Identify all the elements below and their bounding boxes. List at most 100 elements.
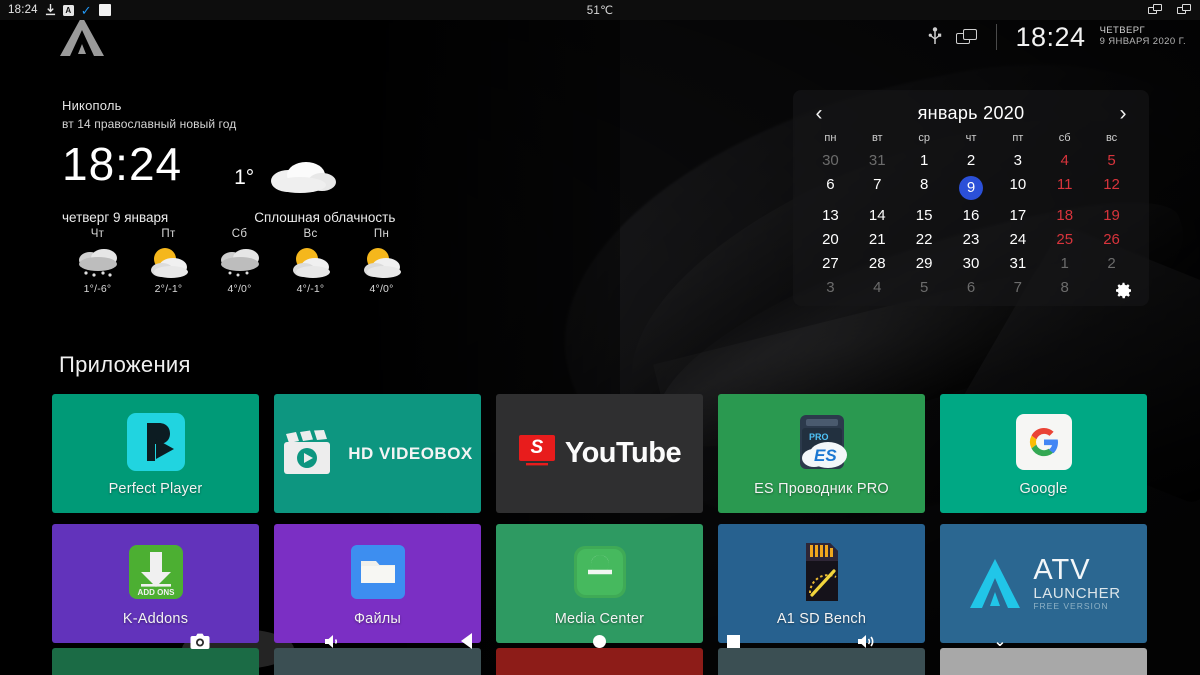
weather-sub-row: четверг 9 января Сплошная облачность [62,210,482,225]
nav-button-back[interactable] [400,633,533,649]
calendar-day[interactable]: 6 [807,173,854,203]
app-tile-google[interactable]: Google [940,394,1147,513]
calendar-next-month-button[interactable]: › [1111,103,1135,124]
calendar-day[interactable]: 13 [807,204,854,227]
nav-button-volume-down[interactable] [267,633,400,650]
calendar-day[interactable]: 1 [901,149,948,172]
calendar-day[interactable]: 19 [1088,204,1135,227]
nav-button-home[interactable] [533,634,666,648]
calendar-day[interactable]: 11 [1041,173,1088,203]
app-label: Media Center [554,611,645,627]
calendar-widget[interactable]: ‹ январь 2020 › пн вт ср чт пт сб вс 30 3… [793,90,1149,306]
calendar-day[interactable]: 28 [854,252,901,275]
media-center-icon [571,540,629,604]
app-tile-atv-launcher[interactable]: ATV LAUNCHER FREE VERSION [940,524,1147,643]
app-tile-hd-videobox[interactable]: HD VIDEOBOX [274,394,481,513]
atv-version-label: FREE VERSION [1033,601,1109,612]
calendar-day[interactable]: 23 [948,228,995,251]
forecast-day[interactable]: Пт 2°/-1° [133,228,204,295]
cast-icon [1177,4,1192,16]
calendar-day[interactable]: 8 [1041,276,1088,299]
atv-launcher-icon: ATV LAUNCHER FREE VERSION [966,556,1120,612]
forecast-day-name: Чт [90,228,105,240]
calendar-day[interactable]: 10 [994,173,1041,203]
calendar-day[interactable]: 6 [948,276,995,299]
forecast-temp: 2°/-1° [154,283,183,295]
snow-cloud-icon [204,245,275,281]
calendar-day[interactable]: 3 [994,149,1041,172]
calendar-weekday-label: чт [965,132,977,144]
calendar-day[interactable]: 27 [807,252,854,275]
calendar-day[interactable]: 4 [854,276,901,299]
weather-forecast-row: Чт 1°/-6° Пт 2°/-1° Сб 4°/0° Вс 4°/-1° П… [62,228,482,295]
android-status-bar: 18:24 A ✓ 51℃ [0,0,1200,20]
weather-current-temp: 1° [234,165,255,189]
weather-city: Никополь [62,98,122,113]
launcher-top-bar: 18:24 ЧЕТВЕРГ 9 ЯНВАРЯ 2020 г. [0,16,1200,56]
app-label: Файлы [353,611,402,627]
nav-button-collapse[interactable]: ⌄ [933,634,1066,649]
app-tile-es-file-explorer[interactable]: PRO ES ES Проводник PRO [718,394,925,513]
calendar-day[interactable]: 20 [807,228,854,251]
forecast-day-name: Пн [373,228,390,240]
status-bar-right-group [1148,4,1192,16]
gear-icon[interactable] [1114,281,1133,300]
nav-button-volume-up[interactable] [800,633,933,650]
calendar-day[interactable]: 24 [994,228,1041,251]
app-label: K-Addons [122,611,189,627]
calendar-day[interactable]: 12 [1088,173,1135,203]
calendar-day[interactable]: 29 [901,252,948,275]
calendar-days: 30 31 1 2 3 4 5 6 7 8 9 10 11 12 13 14 15 16 17 18 19 20 21 22 2… [807,149,1135,299]
atv-wordmark: ATV [1033,554,1091,587]
app-label: Perfect Player [108,481,203,497]
snow-cloud-icon [62,245,133,281]
forecast-day[interactable]: Сб 4°/0° [204,228,275,295]
perfect-player-icon [125,410,187,474]
calendar-day[interactable]: 22 [901,228,948,251]
calendar-day[interactable]: 31 [854,149,901,172]
calendar-day[interactable]: 31 [994,252,1041,275]
calendar-day-today[interactable]: 9 [948,173,995,203]
calendar-day[interactable]: 17 [994,204,1041,227]
calendar-day[interactable]: 2 [948,149,995,172]
calendar-day[interactable]: 7 [994,276,1041,299]
calendar-day[interactable]: 15 [901,204,948,227]
calendar-day[interactable]: 14 [854,204,901,227]
calendar-day[interactable]: 1 [1041,252,1088,275]
calendar-day[interactable]: 3 [807,276,854,299]
forecast-day[interactable]: Чт 1°/-6° [62,228,133,295]
weather-condition: Сплошная облачность [254,210,396,225]
forecast-day[interactable]: Вс 4°/-1° [275,228,346,295]
app-tile-k-addons[interactable]: ADD ONS K-Addons [52,524,259,643]
app-tile-perfect-player[interactable]: Perfect Player [52,394,259,513]
app-tile-media-center[interactable]: Media Center [496,524,703,643]
calendar-day[interactable]: 30 [948,252,995,275]
nav-button-camera[interactable] [133,633,266,650]
calendar-day[interactable]: 7 [854,173,901,203]
calendar-day[interactable]: 8 [901,173,948,203]
navigation-bar: ⌄ [0,628,1200,654]
weather-widget[interactable]: Никополь вт 14 православный новый год 18… [62,98,482,225]
k-addons-caption: ADD ONS [137,588,175,597]
forecast-day[interactable]: Пн 4°/0° [346,228,417,295]
app-tile-files[interactable]: Файлы [274,524,481,643]
calendar-grid: пн вт ср чт пт сб вс [807,130,1135,147]
calendar-day[interactable]: 5 [1088,149,1135,172]
nav-button-recents[interactable] [667,634,800,648]
calendar-day[interactable]: 5 [901,276,948,299]
calendar-day[interactable]: 30 [807,149,854,172]
app-tile-youtube[interactable]: S YouTube [496,394,703,513]
calendar-day[interactable]: 4 [1041,149,1088,172]
calendar-day[interactable]: 26 [1088,228,1135,251]
calendar-day[interactable]: 2 [1088,252,1135,275]
calendar-day[interactable]: 25 [1041,228,1088,251]
calendar-day[interactable]: 21 [854,228,901,251]
calendar-prev-month-button[interactable]: ‹ [807,103,831,124]
app-tile-a1-sd-bench[interactable]: A1 SD Bench [718,524,925,643]
calendar-day[interactable]: 16 [948,204,995,227]
app-label: ES Проводник PRO [754,481,889,497]
forecast-day-name: Сб [231,228,248,240]
calendar-weekday-label: сб [1058,132,1071,144]
calendar-day[interactable]: 18 [1041,204,1088,227]
weather-main-row: 18:24 1° [62,139,482,200]
